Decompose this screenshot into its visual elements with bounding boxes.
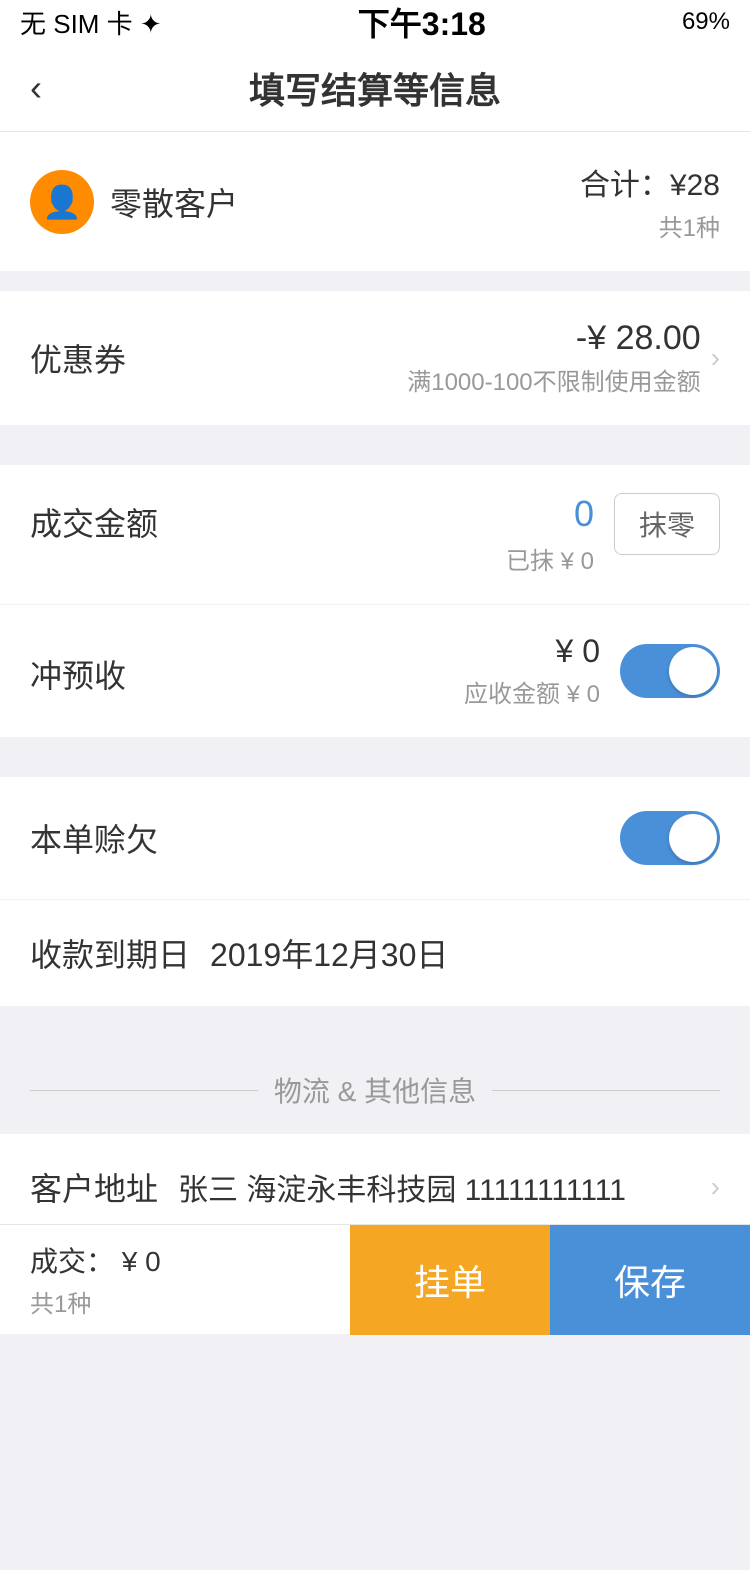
deal-amount-label: 成交金额	[30, 493, 158, 545]
bottom-deal-label: 成交：	[30, 1246, 114, 1277]
battery-icon: 69%	[682, 8, 730, 36]
address-chevron-icon: ›	[711, 1171, 720, 1203]
hold-button[interactable]: 挂单	[350, 1225, 550, 1335]
amount-input-area: 0 已抹 ¥ 0	[506, 493, 594, 576]
address-label: 客户地址	[30, 1164, 158, 1210]
bottom-info: 成交： ¥ 0 共1种	[0, 1240, 350, 1319]
flush-amount-main: ¥ 0	[464, 633, 600, 670]
toggle-knob	[669, 647, 717, 695]
coupon-row[interactable]: 优惠券 -¥ 28.00 满1000-100不限制使用金额 ›	[0, 291, 750, 425]
coupon-section[interactable]: 优惠券 -¥ 28.00 满1000-100不限制使用金额 ›	[0, 291, 750, 425]
coupon-desc: 满1000-100不限制使用金额	[407, 362, 700, 397]
due-date-row: 收款到期日 2019年12月30日	[0, 899, 750, 1006]
section-gap-3	[0, 1026, 750, 1046]
logistics-line-left	[30, 1090, 258, 1091]
total-label: 合计：¥28	[580, 160, 720, 204]
back-button[interactable]: ‹	[30, 67, 42, 109]
coupon-chevron-icon: ›	[711, 342, 720, 374]
logistics-header: 物流 & 其他信息	[0, 1046, 750, 1134]
status-right: 69%	[682, 8, 730, 36]
deal-amount-sub: 已抹 ¥ 0	[506, 541, 594, 576]
total-count: 共1种	[580, 208, 720, 243]
flush-toggle[interactable]	[620, 644, 720, 698]
debt-label: 本单赊欠	[30, 815, 158, 861]
customer-section: 👤 零散客户 合计：¥28 共1种	[0, 132, 750, 271]
section-gap-1	[0, 445, 750, 465]
flush-right: ¥ 0 应收金额 ¥ 0	[464, 633, 720, 709]
debt-section: 本单赊欠 收款到期日 2019年12月30日	[0, 777, 750, 1006]
save-button[interactable]: 保存	[550, 1225, 750, 1335]
status-left: 无 SIM 卡 ✦	[20, 4, 162, 41]
avatar: 👤	[30, 170, 94, 234]
customer-right: 合计：¥28 共1种	[580, 160, 720, 243]
coupon-amount: -¥ 28.00	[407, 319, 700, 358]
bottom-bar: 成交： ¥ 0 共1种 挂单 保存	[0, 1224, 750, 1334]
deal-amount-row: 成交金额 0 已抹 ¥ 0 抹零	[0, 465, 750, 604]
flush-label: 冲预收	[30, 645, 126, 697]
avatar-icon: 👤	[42, 183, 82, 221]
customer-row: 👤 零散客户 合计：¥28 共1种	[0, 132, 750, 271]
deal-amount-right: 0 已抹 ¥ 0 抹零	[506, 493, 720, 576]
debt-toggle[interactable]	[620, 811, 720, 865]
bottom-deal-value: ¥ 0	[122, 1246, 161, 1277]
flush-row: 冲预收 ¥ 0 应收金额 ¥ 0	[0, 604, 750, 737]
logistics-line-right	[492, 1090, 720, 1091]
page-title: 填写结算等信息	[249, 62, 501, 114]
address-value: 张三 海淀永丰科技园 11111111111	[178, 1165, 626, 1209]
customer-name: 零散客户	[110, 179, 238, 225]
bottom-deal-amount: 成交： ¥ 0	[30, 1240, 320, 1280]
nav-bar: ‹ 填写结算等信息	[0, 44, 750, 132]
bottom-count: 共1种	[30, 1284, 320, 1319]
debt-row: 本单赊欠	[0, 777, 750, 899]
transaction-section: 成交金额 0 已抹 ¥ 0 抹零 冲预收 ¥ 0 应收金额 ¥ 0	[0, 465, 750, 737]
status-time: 下午3:18	[358, 0, 486, 45]
coupon-content: -¥ 28.00 满1000-100不限制使用金额	[407, 319, 700, 397]
deal-amount-value[interactable]: 0	[506, 493, 594, 535]
coupon-label: 优惠券	[30, 335, 126, 381]
flush-amount-sub: 应收金额 ¥ 0	[464, 674, 600, 709]
due-date-value: 2019年12月30日	[210, 930, 448, 976]
coupon-right: -¥ 28.00 满1000-100不限制使用金额 ›	[407, 319, 720, 397]
customer-left: 👤 零散客户	[30, 170, 238, 234]
debt-toggle-knob	[669, 814, 717, 862]
due-date-label: 收款到期日	[30, 930, 190, 976]
flush-amounts: ¥ 0 应收金额 ¥ 0	[464, 633, 600, 709]
round-zero-button[interactable]: 抹零	[614, 493, 720, 555]
section-gap-2	[0, 757, 750, 777]
logistics-title: 物流 & 其他信息	[274, 1070, 476, 1110]
address-left: 客户地址 张三 海淀永丰科技园 11111111111	[30, 1164, 626, 1210]
status-bar: 无 SIM 卡 ✦ 下午3:18 69%	[0, 0, 750, 44]
